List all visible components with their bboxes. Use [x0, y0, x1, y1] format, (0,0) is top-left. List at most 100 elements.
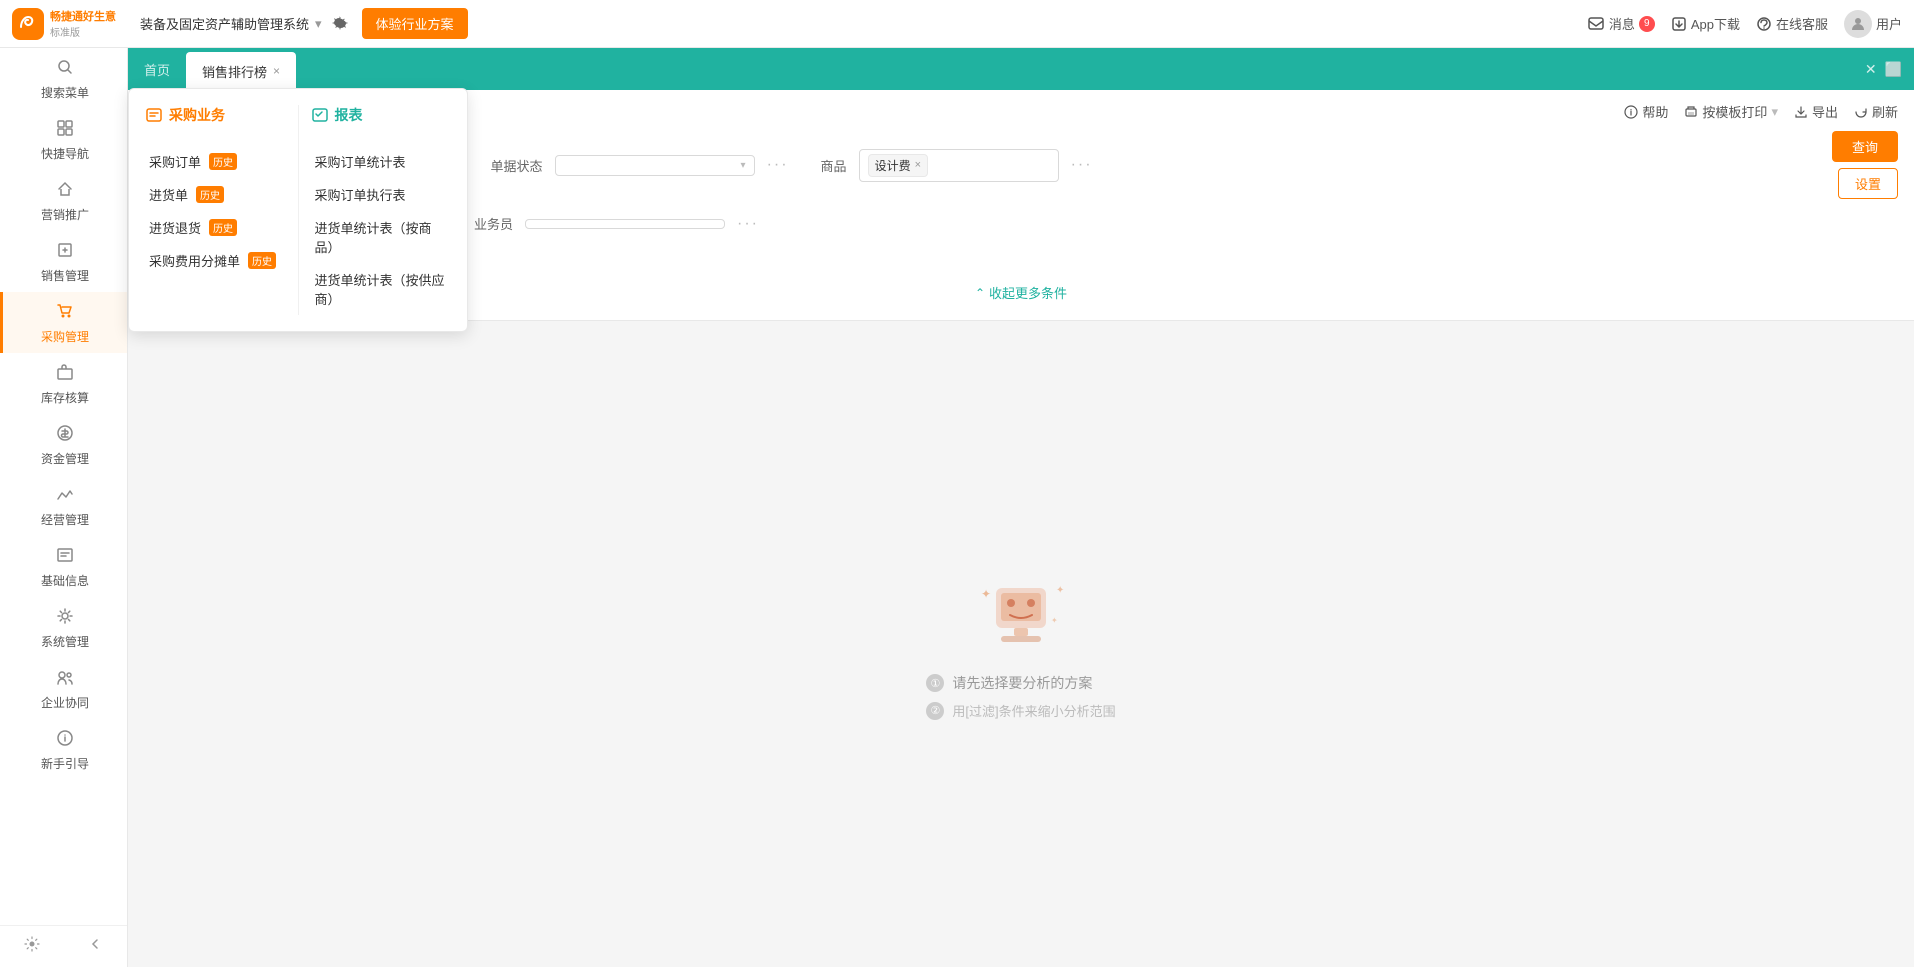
tab-sales-ranking[interactable]: 销售排行榜 ×: [186, 52, 296, 90]
sidebar-item-inventory[interactable]: 库存核算: [0, 353, 127, 414]
tab-bar: 首页 销售排行榜 × ✕ ⬜: [128, 48, 1914, 90]
salesperson-dots[interactable]: ···: [737, 215, 759, 233]
sidebar-label-collab: 企业协同: [41, 694, 89, 711]
goods-dots[interactable]: ···: [1071, 156, 1093, 174]
tab-home[interactable]: 首页: [128, 48, 186, 90]
messages-btn[interactable]: 消息 9: [1587, 14, 1655, 33]
dropdown-item-incoming-goods-stat[interactable]: 进货单统计表（按商品）: [311, 211, 452, 263]
purchase-order-label: 采购订单: [149, 152, 201, 171]
report-section-title: 报表: [335, 105, 363, 125]
sidebar-item-basic[interactable]: 基础信息: [0, 536, 127, 597]
sidebar-label-search: 搜索菜单: [41, 84, 89, 101]
goods-filter-input[interactable]: 设计费 ×: [859, 149, 1059, 182]
sidebar-label-operation: 经营管理: [41, 511, 89, 528]
expense-label: 采购费用分摊单: [149, 251, 240, 270]
logo-line1: 畅捷通好生意: [50, 8, 116, 24]
dropdown-item-purchase-stat[interactable]: 采购订单统计表: [311, 145, 452, 178]
sidebar-collapse-btn[interactable]: [87, 936, 103, 957]
status-dropdown-icon: ▾: [741, 160, 746, 171]
collapse-label: 收起更多条件: [989, 283, 1067, 302]
return-history: 历史: [209, 219, 237, 236]
dropdown-purchase-title: 采购业务: [145, 105, 286, 133]
empty-text-2: 用[过滤]条件来缩小分析范围: [952, 701, 1115, 720]
dropdown-item-purchase-order[interactable]: 采购订单 历史: [145, 145, 286, 178]
guide-icon: [56, 729, 74, 752]
help-label: 帮助: [1642, 102, 1668, 121]
sidebar-item-search[interactable]: 搜索菜单: [0, 48, 127, 109]
industry-btn[interactable]: 体验行业方案: [362, 8, 468, 39]
query-btn[interactable]: 查询: [1832, 131, 1898, 162]
sidebar-item-operation[interactable]: 经营管理: [0, 475, 127, 536]
expense-history: 历史: [248, 252, 276, 269]
incoming-supplier-stat-label: 进货单统计表（按供应商）: [315, 270, 448, 308]
sidebar-item-guide[interactable]: 新手引导: [0, 719, 127, 780]
settings-btn[interactable]: 设置: [1838, 168, 1898, 199]
collab-icon: [56, 668, 74, 691]
dropdown-item-incoming-supplier-stat[interactable]: 进货单统计表（按供应商）: [311, 263, 452, 315]
svg-text:✦: ✦: [981, 587, 991, 601]
sidebar-item-purchase[interactable]: 采购管理: [0, 292, 127, 353]
incoming-goods-stat-label: 进货单统计表（按商品）: [315, 218, 448, 256]
export-label: 导出: [1812, 102, 1838, 121]
tab-maximize-icon[interactable]: ⬜: [1885, 61, 1902, 78]
marketing-icon: [56, 180, 74, 203]
sidebar-label-guide: 新手引导: [41, 755, 89, 772]
system-title: 装备及固定资产辅助管理系统 ▾: [140, 14, 322, 33]
online-service-btn[interactable]: 在线客服: [1756, 14, 1828, 33]
sidebar: 搜索菜单 快捷导航 营销推广 销售管理: [0, 48, 128, 967]
empty-state: ✦ ✦ ✦ ① 请先选择要分析的方案 ② 用[过滤]条件来缩小分析范围: [128, 321, 1914, 967]
goods-tag-close[interactable]: ×: [915, 159, 921, 171]
app-download-btn[interactable]: App下载: [1671, 14, 1740, 33]
messages-badge: 9: [1639, 16, 1655, 32]
dropdown-report-col: 报表 采购订单统计表 采购订单执行表 进货单统计表（按商品） 进货单统计表（按供…: [311, 105, 452, 315]
svg-text:✦: ✦: [1051, 616, 1058, 625]
dropdown-item-purchase-exec[interactable]: 采购订单执行表: [311, 178, 452, 211]
app-container: 畅捷通好生意 标准版 装备及固定资产辅助管理系统 ▾ 体验行业方案 消息 9: [0, 0, 1914, 967]
salesperson-filter-input[interactable]: [525, 219, 725, 229]
logo-text-area: 畅捷通好生意 标准版: [50, 8, 116, 39]
tab-close-icon[interactable]: ×: [273, 64, 280, 78]
logo-line2: 标准版: [50, 24, 116, 39]
dropdown-item-incoming[interactable]: 进货单 历史: [145, 178, 286, 211]
tab-close-window-icon[interactable]: ✕: [1865, 61, 1877, 78]
print-btn[interactable]: 按模板打印 ▾: [1684, 102, 1778, 121]
messages-label: 消息: [1609, 14, 1635, 33]
sidebar-label-system: 系统管理: [41, 633, 89, 650]
search-icon: [56, 58, 74, 81]
operation-icon: [56, 485, 74, 508]
svg-text:✦: ✦: [1056, 585, 1064, 596]
empty-line-2: ② 用[过滤]条件来缩小分析范围: [926, 701, 1115, 720]
app-download-label: App下载: [1691, 14, 1740, 33]
status-dots[interactable]: ···: [767, 156, 789, 174]
user-area[interactable]: 用户: [1844, 10, 1902, 38]
export-btn[interactable]: 导出: [1794, 102, 1838, 121]
system-title-chevron[interactable]: ▾: [315, 16, 322, 32]
sidebar-item-finance[interactable]: 资金管理: [0, 414, 127, 475]
inventory-icon: [56, 363, 74, 386]
purchase-order-history: 历史: [209, 153, 237, 170]
sidebar-label-purchase: 采购管理: [41, 328, 89, 345]
dropdown-item-return[interactable]: 进货退货 历史: [145, 211, 286, 244]
refresh-btn[interactable]: 刷新: [1854, 102, 1898, 121]
sidebar-item-sales[interactable]: 销售管理: [0, 231, 127, 292]
tab-home-label: 首页: [144, 60, 170, 79]
status-filter-input[interactable]: ▾: [555, 155, 755, 176]
sidebar-item-nav[interactable]: 快捷导航: [0, 109, 127, 170]
incoming-label: 进货单: [149, 185, 188, 204]
sidebar-item-system[interactable]: 系统管理: [0, 597, 127, 658]
dropdown-item-expense[interactable]: 采购费用分摊单 历史: [145, 244, 286, 277]
help-btn[interactable]: 帮助: [1624, 102, 1668, 121]
user-label: 用户: [1876, 14, 1902, 33]
sidebar-item-collab[interactable]: 企业协同: [0, 658, 127, 719]
system-title-text: 装备及固定资产辅助管理系统: [140, 14, 309, 33]
sidebar-item-marketing[interactable]: 营销推广: [0, 170, 127, 231]
dropdown-divider: [298, 105, 299, 315]
dropdown-purchase-col: 采购业务 采购订单 历史 进货单 历史 进货退货 历史 采购费用分摊单 历史: [145, 105, 286, 315]
basic-icon: [56, 546, 74, 569]
sidebar-settings-btn[interactable]: [24, 936, 40, 957]
settings-btn[interactable]: [326, 10, 354, 38]
user-avatar: [1844, 10, 1872, 38]
sidebar-label-inventory: 库存核算: [41, 389, 89, 406]
purchase-section-title: 采购业务: [169, 105, 225, 125]
goods-filter-label: 商品: [821, 156, 847, 175]
